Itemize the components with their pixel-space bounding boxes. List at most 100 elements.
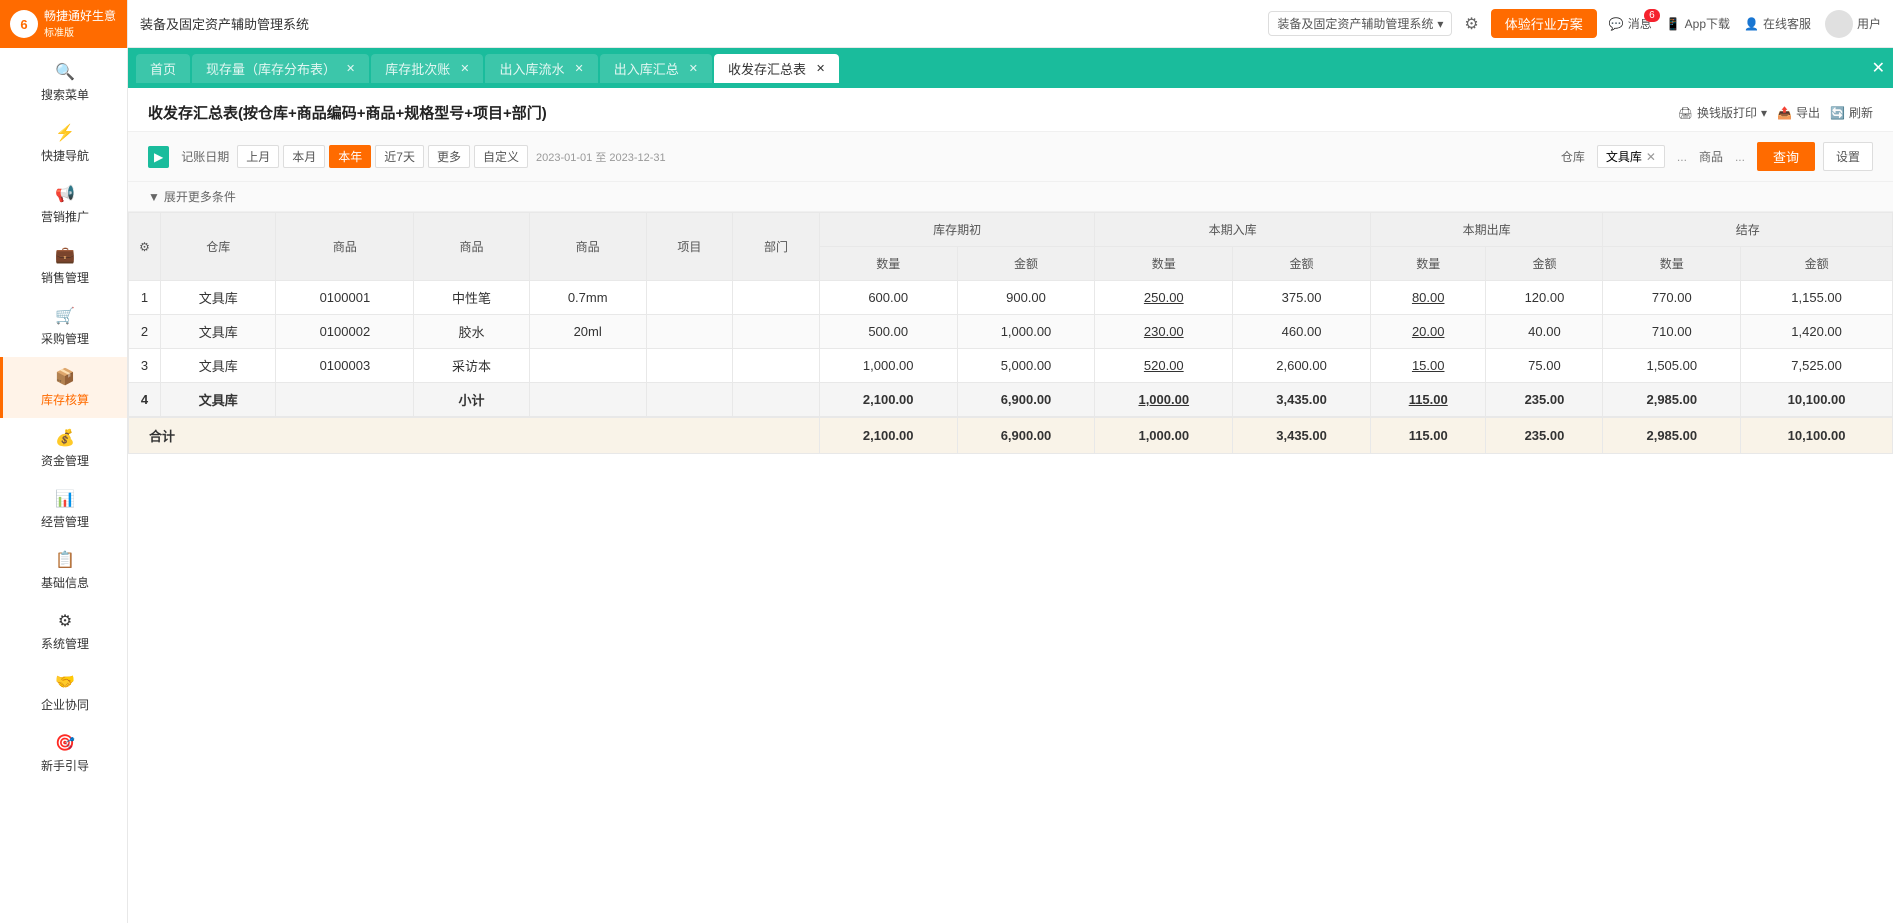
footer-in-qty: 1,000.00 bbox=[1095, 417, 1233, 454]
row-goods: 中性笔 bbox=[414, 281, 529, 315]
col-project-header: 项目 bbox=[646, 213, 733, 281]
sidebar-item-corp[interactable]: 🤝企业协同 bbox=[0, 662, 127, 723]
sidebar-item-search[interactable]: 🔍搜索菜单 bbox=[0, 52, 127, 113]
row-out-qty[interactable]: 20.00 bbox=[1370, 315, 1486, 349]
tab-close-icon[interactable]: ✕ bbox=[689, 62, 698, 75]
tab-close-icon[interactable]: ✕ bbox=[575, 62, 584, 75]
sidebar-item-quick-nav[interactable]: ⚡快捷导航 bbox=[0, 113, 127, 174]
topbar: 装备及固定资产辅助管理系统 装备及固定资产辅助管理系统 ▾ ⚙ 体验行业方案 💬… bbox=[128, 0, 1893, 48]
sidebar-item-label: 库存核算 bbox=[41, 391, 89, 408]
col-code-header: 商品 bbox=[276, 213, 414, 281]
experience-button[interactable]: 体验行业方案 bbox=[1491, 9, 1597, 38]
warehouse-more-button[interactable]: ... bbox=[1677, 150, 1687, 164]
col-spec-header: 商品 bbox=[529, 213, 646, 281]
filter-settings-button[interactable]: 设置 bbox=[1823, 142, 1873, 171]
row-out-qty[interactable]: 15.00 bbox=[1370, 349, 1486, 383]
row-open-qty: 600.00 bbox=[819, 281, 957, 315]
row-bal-amt: 7,525.00 bbox=[1741, 349, 1893, 383]
row-goods: 小计 bbox=[414, 383, 529, 418]
col-open-qty-header: 数量 bbox=[819, 247, 957, 281]
sidebar-item-marketing[interactable]: 📢营销推广 bbox=[0, 174, 127, 235]
print-button[interactable]: 🖨 换钱版打印 ▾ bbox=[1678, 104, 1767, 121]
settings-icon[interactable]: ⚙ bbox=[1464, 14, 1478, 34]
page-title: 收发存汇总表(按仓库+商品编码+商品+规格型号+项目+部门) bbox=[148, 102, 547, 123]
date-btn-本月[interactable]: 本月 bbox=[283, 145, 325, 168]
date-filter-label: 记账日期 bbox=[181, 148, 229, 165]
row-in-qty[interactable]: 230.00 bbox=[1095, 315, 1233, 349]
expand-icon: ▼ bbox=[148, 190, 160, 204]
warehouse-filter-tag[interactable]: 文具库 ✕ bbox=[1597, 145, 1665, 168]
warehouse-filter-label: 仓库 bbox=[1561, 148, 1585, 165]
date-btn-上月[interactable]: 上月 bbox=[237, 145, 279, 168]
col-settings-header[interactable]: ⚙ bbox=[129, 213, 161, 281]
tab-inout-flow[interactable]: 出入库流水✕ bbox=[485, 54, 597, 83]
sidebar-item-finance[interactable]: 💰资金管理 bbox=[0, 418, 127, 479]
print-icon: 🖨 bbox=[1678, 106, 1693, 120]
goods-filter-label: 商品 bbox=[1699, 148, 1723, 165]
export-button[interactable]: 📤 导出 bbox=[1777, 104, 1820, 121]
filter-expand-button[interactable]: ▶ bbox=[148, 146, 169, 168]
col-out-qty-header: 数量 bbox=[1370, 247, 1486, 281]
date-btn-本年[interactable]: 本年 bbox=[329, 145, 371, 168]
sidebar-item-system[interactable]: ⚙系统管理 bbox=[0, 601, 127, 662]
row-open-amt: 1,000.00 bbox=[957, 315, 1095, 349]
footer-bal-amt: 10,100.00 bbox=[1741, 417, 1893, 454]
online-service-button[interactable]: 👤 在线客服 bbox=[1744, 15, 1811, 32]
tab-close-icon[interactable]: ✕ bbox=[460, 62, 469, 75]
main-table: ⚙ 仓库 商品 商品 商品 项目 部门 库存期初 本期入库 本期出库 结存 bbox=[128, 212, 1893, 454]
row-in-qty[interactable]: 1,000.00 bbox=[1095, 383, 1233, 418]
row-dept bbox=[733, 349, 820, 383]
sidebar-item-basic-info[interactable]: 📋基础信息 bbox=[0, 540, 127, 601]
system-dropdown[interactable]: 装备及固定资产辅助管理系统 ▾ bbox=[1268, 11, 1452, 36]
gear-icon: ⚙ bbox=[139, 240, 150, 254]
row-out-amt: 75.00 bbox=[1486, 349, 1603, 383]
sidebar-item-inventory[interactable]: 📦库存核算 bbox=[0, 357, 127, 418]
row-no: 4 bbox=[129, 383, 161, 418]
row-out-amt: 235.00 bbox=[1486, 383, 1603, 418]
row-out-qty[interactable]: 80.00 bbox=[1370, 281, 1486, 315]
topbar-right: 💬 消息 6 📱 App下载 👤 在线客服 用户 bbox=[1609, 10, 1881, 38]
row-dept bbox=[733, 281, 820, 315]
row-dept bbox=[733, 383, 820, 418]
col-dept-header: 部门 bbox=[733, 213, 820, 281]
sidebar-item-purchase[interactable]: 🛒采购管理 bbox=[0, 296, 127, 357]
date-btn-自定义[interactable]: 自定义 bbox=[474, 145, 528, 168]
goods-more-button[interactable]: ... bbox=[1735, 150, 1745, 164]
tab-stock-dist[interactable]: 现存量（库存分布表）✕ bbox=[192, 54, 369, 83]
avatar bbox=[1825, 10, 1853, 38]
row-out-qty[interactable]: 115.00 bbox=[1370, 383, 1486, 418]
logo-icon: 6 bbox=[10, 10, 38, 38]
row-code: 0100002 bbox=[276, 315, 414, 349]
tab-home[interactable]: 首页 bbox=[136, 54, 190, 83]
sidebar-item-newbie[interactable]: 🎯新手引导 bbox=[0, 723, 127, 784]
expand-conditions-button[interactable]: ▼ 展开更多条件 bbox=[148, 188, 236, 205]
table-footer-row: 合计 2,100.00 6,900.00 1,000.00 3,435.00 1… bbox=[129, 417, 1893, 454]
user-label: 用户 bbox=[1857, 15, 1881, 32]
app-download-button[interactable]: 📱 App下载 bbox=[1666, 15, 1730, 32]
date-btn-近7天[interactable]: 近7天 bbox=[375, 145, 424, 168]
warehouse-tag-close-icon[interactable]: ✕ bbox=[1646, 150, 1656, 164]
date-btn-更多[interactable]: 更多 bbox=[428, 145, 470, 168]
corp-icon: 🤝 bbox=[55, 672, 75, 692]
row-bal-amt: 1,420.00 bbox=[1741, 315, 1893, 349]
col-warehouse-header: 仓库 bbox=[161, 213, 276, 281]
sidebar-item-sales[interactable]: 💼销售管理 bbox=[0, 235, 127, 296]
tab-close-icon[interactable]: ✕ bbox=[816, 62, 825, 75]
message-button[interactable]: 💬 消息 6 bbox=[1609, 15, 1652, 32]
tab-close-icon[interactable]: ✕ bbox=[346, 62, 355, 75]
system-title: 装备及固定资产辅助管理系统 bbox=[140, 14, 1256, 33]
user-menu[interactable]: 用户 bbox=[1825, 10, 1881, 38]
tab-batch[interactable]: 库存批次账✕ bbox=[371, 54, 483, 83]
row-project bbox=[646, 349, 733, 383]
row-bal-amt: 1,155.00 bbox=[1741, 281, 1893, 315]
tab-recv-send[interactable]: 收发存汇总表✕ bbox=[714, 54, 839, 83]
query-button[interactable]: 查询 bbox=[1757, 142, 1815, 171]
refresh-button[interactable]: 🔄 刷新 bbox=[1830, 104, 1873, 121]
row-in-qty[interactable]: 520.00 bbox=[1095, 349, 1233, 383]
close-all-tabs-button[interactable]: ✕ bbox=[1872, 58, 1885, 78]
col-in-amt-header: 金额 bbox=[1233, 247, 1371, 281]
tab-inout-summary[interactable]: 出入库汇总✕ bbox=[600, 54, 712, 83]
row-in-qty[interactable]: 250.00 bbox=[1095, 281, 1233, 315]
footer-label: 合计 bbox=[129, 417, 820, 454]
sidebar-item-operations[interactable]: 📊经营管理 bbox=[0, 479, 127, 540]
